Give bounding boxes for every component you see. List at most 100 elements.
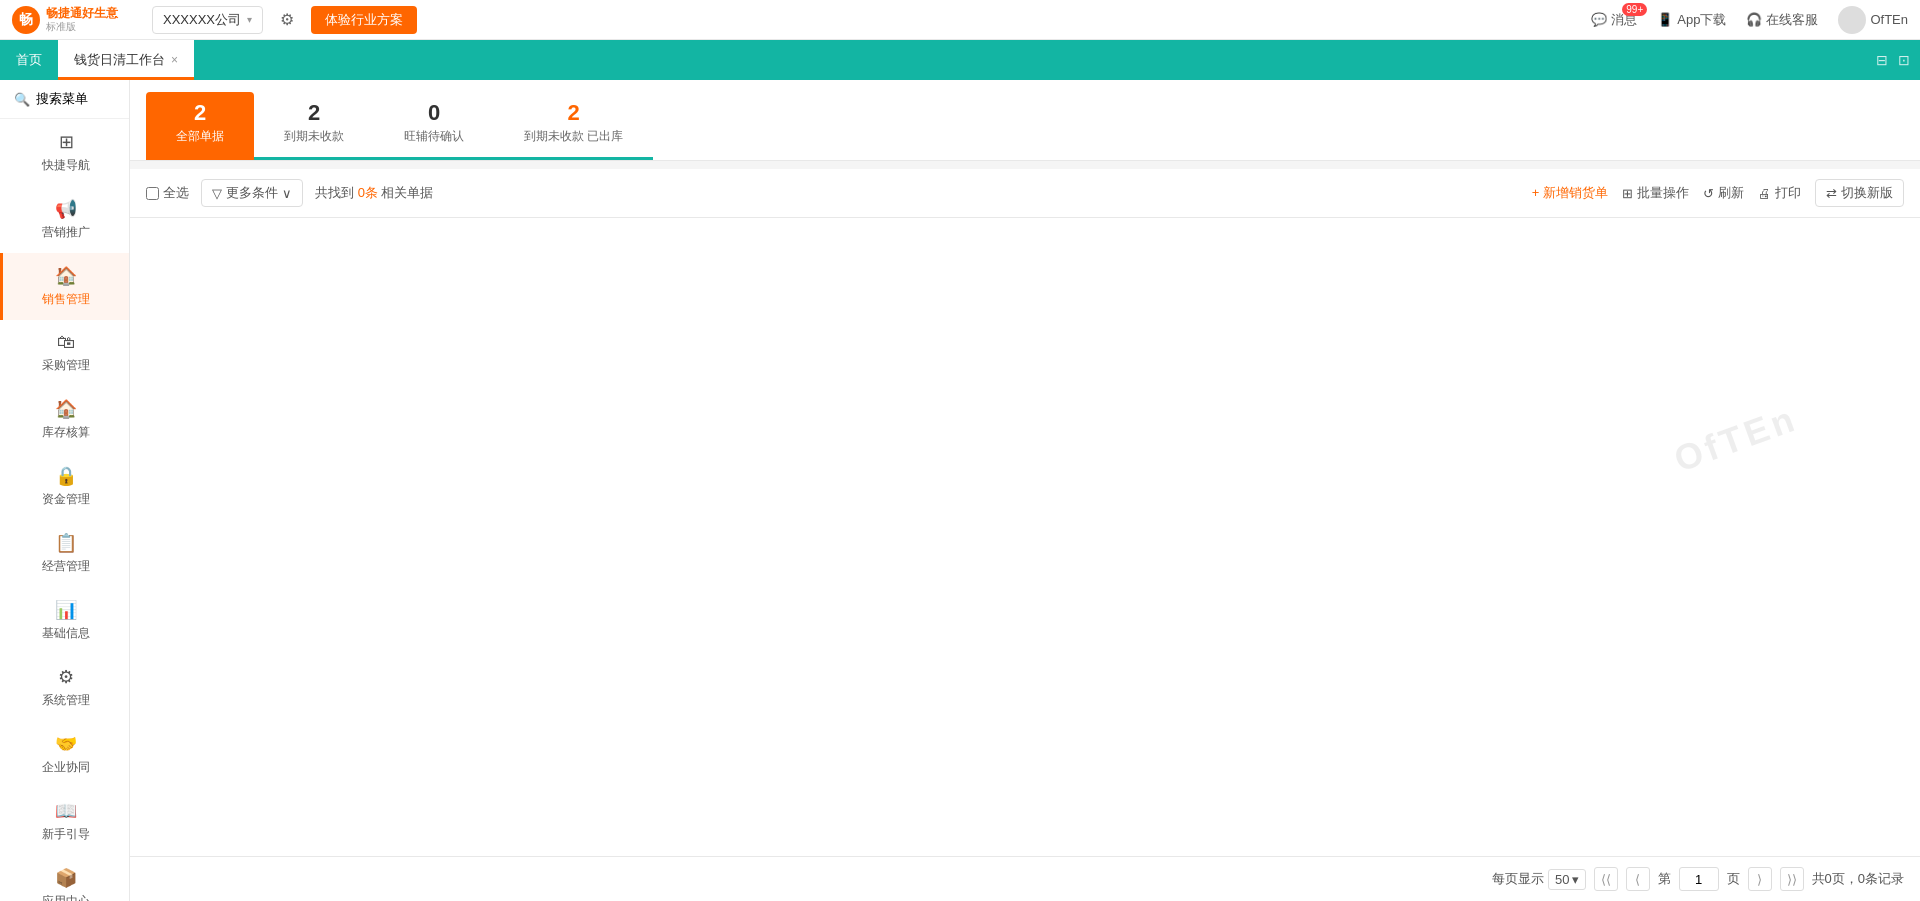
sidebar-item-operation[interactable]: 📋 经营管理 xyxy=(0,520,129,587)
filter-button[interactable]: ▽ 更多条件 ∨ xyxy=(201,179,303,207)
sidebar-item-label: 经营管理 xyxy=(42,558,90,575)
toolbar: 全选 ▽ 更多条件 ∨ 共找到 0条 相关单据 + 新增销货单 ⊞ 批量操作 ↺… xyxy=(130,169,1920,218)
sidebar-item-label: 基础信息 xyxy=(42,625,90,642)
sidebar-item-label: 新手引导 xyxy=(42,826,90,843)
page-prev-button[interactable]: ⟨ xyxy=(1626,867,1650,891)
sidebar-item-label: 系统管理 xyxy=(42,692,90,709)
settings-button[interactable]: ⚙ xyxy=(273,6,301,34)
company-selector[interactable]: XXXXXX公司 ▾ xyxy=(152,6,263,34)
sidebar-item-marketing[interactable]: 📢 营销推广 xyxy=(0,186,129,253)
inventory-icon: 🏠 xyxy=(55,398,77,420)
logo-icon: 畅 xyxy=(12,6,40,34)
select-all-input[interactable] xyxy=(146,187,159,200)
user-avatar[interactable]: OfTEn xyxy=(1838,6,1908,34)
app-center-icon: 📦 xyxy=(55,867,77,889)
stat-tab-all[interactable]: 2 全部单据 xyxy=(146,92,254,160)
all-count: 2 xyxy=(194,100,206,126)
pagination-bar: 每页显示 50 ▾ ⟨⟨ ⟨ 第 页 ⟩ ⟩⟩ 共0页，0条记录 xyxy=(130,856,1920,901)
all-label: 全部单据 xyxy=(176,128,224,145)
sidebar-item-label: 资金管理 xyxy=(42,491,90,508)
sidebar-item-quick-nav[interactable]: ⊞ 快捷导航 xyxy=(0,119,129,186)
sidebar-item-basic-info[interactable]: 📊 基础信息 xyxy=(0,587,129,654)
nav-tabs: 首页 钱货日清工作台 × ⊟ ⊡ xyxy=(0,40,1920,80)
sidebar-item-purchase[interactable]: 🛍 采购管理 xyxy=(0,320,129,386)
online-service-button[interactable]: 🎧 在线客服 xyxy=(1746,11,1818,29)
refresh-button[interactable]: ↺ 刷新 xyxy=(1703,184,1744,202)
nav-expand-icon[interactable]: ⊡ xyxy=(1898,52,1910,68)
logo-title: 畅捷通好生意 xyxy=(46,6,118,20)
sidebar-item-cooperation[interactable]: 🤝 企业协同 xyxy=(0,721,129,788)
switch-new-button[interactable]: ⇄ 切换新版 xyxy=(1815,179,1904,207)
sidebar-item-label: 库存核算 xyxy=(42,424,90,441)
overdue-label: 到期未收款 xyxy=(284,128,344,145)
table-area: OfTEn xyxy=(130,218,1920,856)
sidebar-item-sales[interactable]: 🏠 销售管理 xyxy=(0,253,129,320)
message-button[interactable]: 💬 消息 99+ xyxy=(1591,11,1637,29)
page-size-chevron: ▾ xyxy=(1572,872,1579,887)
stat-tab-overdue[interactable]: 2 到期未收款 xyxy=(254,92,374,160)
sidebar-item-label: 应用中心 xyxy=(42,893,90,901)
sidebar-item-app-center[interactable]: 📦 应用中心 xyxy=(0,855,129,901)
page-first-button[interactable]: ⟨⟨ xyxy=(1594,867,1618,891)
toolbar-right: + 新增销货单 ⊞ 批量操作 ↺ 刷新 🖨 打印 ⇄ 切换新版 xyxy=(1532,179,1904,207)
content-area: 2 全部单据 2 到期未收款 0 旺辅待确认 2 到期未收款 已出库 xyxy=(130,80,1920,901)
top-bar-right: 💬 消息 99+ 📱 App下载 🎧 在线客服 OfTEn xyxy=(1591,6,1908,34)
cooperation-icon: 🤝 xyxy=(55,733,77,755)
tab-close-icon[interactable]: × xyxy=(171,53,178,67)
new-sale-button[interactable]: + 新增销货单 xyxy=(1532,184,1608,202)
experience-btn[interactable]: 体验行业方案 xyxy=(311,6,417,34)
batch-icon: ⊞ xyxy=(1622,186,1633,201)
page-last-button[interactable]: ⟩⟩ xyxy=(1780,867,1804,891)
print-button[interactable]: 🖨 打印 xyxy=(1758,184,1801,202)
main-layout: 🔍 搜索菜单 ⊞ 快捷导航 📢 营销推广 🏠 销售管理 🛍 采购管理 🏠 库存核… xyxy=(0,80,1920,901)
operation-icon: 📋 xyxy=(55,532,77,554)
pending-label: 旺辅待确认 xyxy=(404,128,464,145)
print-icon: 🖨 xyxy=(1758,186,1771,201)
batch-op-button[interactable]: ⊞ 批量操作 xyxy=(1622,184,1689,202)
tab-home[interactable]: 首页 xyxy=(0,40,58,80)
sidebar-item-guide[interactable]: 📖 新手引导 xyxy=(0,788,129,855)
download-icon: 📱 xyxy=(1657,12,1673,27)
marketing-icon: 📢 xyxy=(55,198,77,220)
sidebar-item-label: 企业协同 xyxy=(42,759,90,776)
page-size-box[interactable]: 50 ▾ xyxy=(1548,869,1585,890)
logo-sub: 标准版 xyxy=(46,21,118,33)
stat-tab-pending[interactable]: 0 旺辅待确认 xyxy=(374,92,494,160)
sidebar: 🔍 搜索菜单 ⊞ 快捷导航 📢 营销推广 🏠 销售管理 🛍 采购管理 🏠 库存核… xyxy=(0,80,130,901)
tab-active[interactable]: 钱货日清工作台 × xyxy=(58,40,194,80)
top-bar: 畅 畅捷通好生意 标准版 XXXXXX公司 ▾ ⚙ 体验行业方案 💬 消息 99… xyxy=(0,0,1920,40)
avatar-image xyxy=(1838,6,1866,34)
search-label: 搜索菜单 xyxy=(36,90,88,108)
overdue-count: 2 xyxy=(308,100,320,126)
sidebar-item-inventory[interactable]: 🏠 库存核算 xyxy=(0,386,129,453)
total-records: 共0页，0条记录 xyxy=(1812,870,1904,888)
stat-tab-overdue-out[interactable]: 2 到期未收款 已出库 xyxy=(494,92,653,160)
sidebar-search[interactable]: 🔍 搜索菜单 xyxy=(0,80,129,119)
overdue-out-count: 2 xyxy=(568,100,580,126)
sidebar-item-label: 营销推广 xyxy=(42,224,90,241)
refresh-icon: ↺ xyxy=(1703,186,1714,201)
select-all-checkbox[interactable]: 全选 xyxy=(146,184,189,202)
filter-icon: ▽ xyxy=(212,186,222,201)
pending-count: 0 xyxy=(428,100,440,126)
message-badge: 99+ xyxy=(1622,3,1647,16)
stats-tabs: 2 全部单据 2 到期未收款 0 旺辅待确认 2 到期未收款 已出库 xyxy=(130,80,1920,161)
purchase-icon: 🛍 xyxy=(57,332,75,353)
sidebar-item-label: 采购管理 xyxy=(42,357,90,374)
company-name: XXXXXX公司 xyxy=(163,11,241,29)
switch-icon: ⇄ xyxy=(1826,186,1837,201)
page-input[interactable] xyxy=(1679,867,1719,891)
basic-info-icon: 📊 xyxy=(55,599,77,621)
app-download-button[interactable]: 📱 App下载 xyxy=(1657,11,1726,29)
username-display: OfTEn xyxy=(1870,12,1908,27)
guide-icon: 📖 xyxy=(55,800,77,822)
nav-minimize-icon[interactable]: ⊟ xyxy=(1876,52,1888,68)
sidebar-item-label: 销售管理 xyxy=(42,291,90,308)
sales-icon: 🏠 xyxy=(55,265,77,287)
page-next-button[interactable]: ⟩ xyxy=(1748,867,1772,891)
message-icon: 💬 xyxy=(1591,12,1607,27)
sidebar-item-system[interactable]: ⚙ 系统管理 xyxy=(0,654,129,721)
sidebar-item-finance[interactable]: 🔒 资金管理 xyxy=(0,453,129,520)
page-size-select: 每页显示 50 ▾ xyxy=(1492,869,1585,890)
search-icon: 🔍 xyxy=(14,92,30,107)
